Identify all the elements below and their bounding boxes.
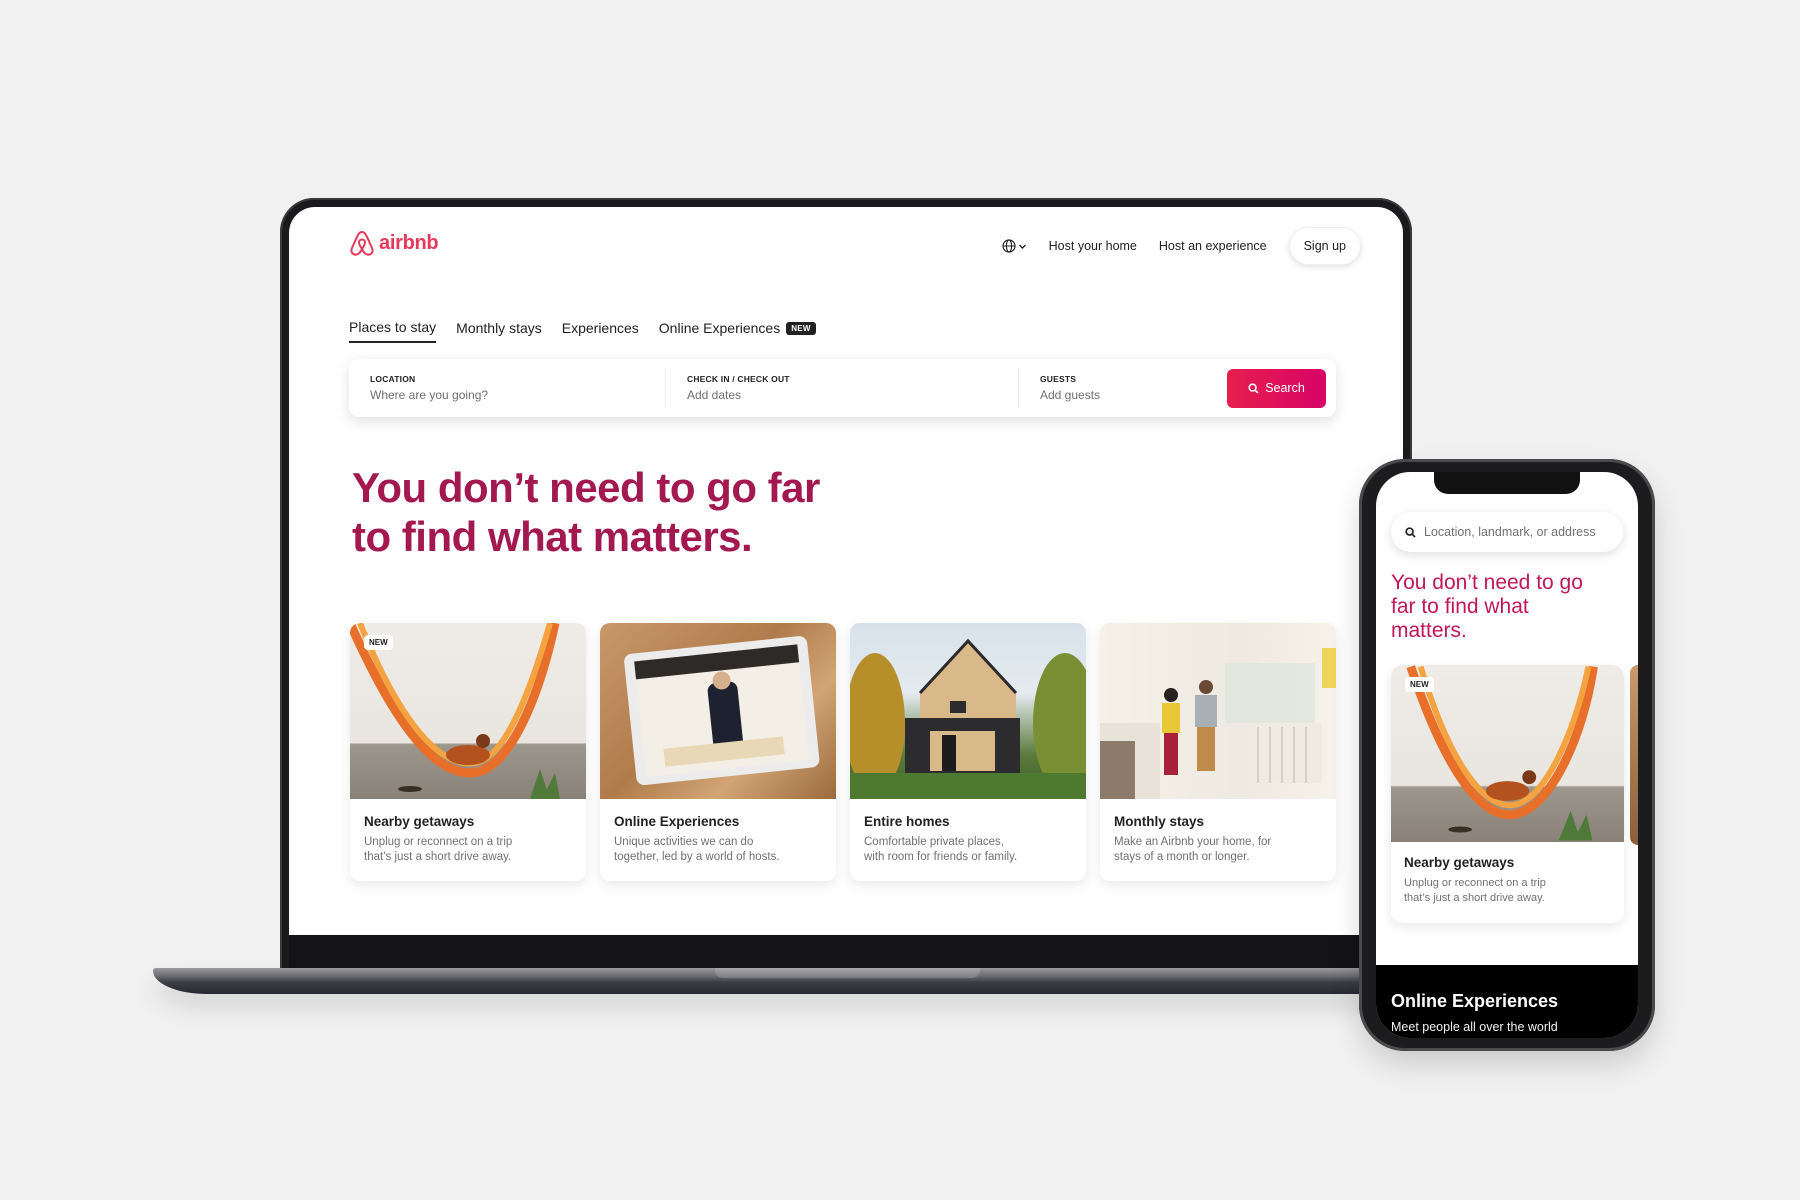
section-subtitle: Meet people all over the world: [1391, 1020, 1558, 1034]
card-desc-line: Comfortable private places,: [864, 836, 1004, 848]
card-desc-line: Unique activities we can do: [614, 836, 754, 848]
card-entire-homes[interactable]: Entire homes Comfortable private places,…: [850, 623, 1086, 881]
card-title: Nearby getaways: [1404, 855, 1515, 870]
new-badge: NEW: [1405, 677, 1434, 692]
hero-line-1: You don’t need to go far: [352, 464, 820, 511]
dates-field[interactable]: CHECK IN / CHECK OUT Add dates: [666, 368, 1019, 408]
card-desc-line: Unplug or reconnect on a trip: [364, 836, 513, 848]
header-nav: Host your home Host an experience Sign u…: [1002, 227, 1361, 265]
tablet-illustration: [624, 636, 820, 786]
card-title: Nearby getaways: [364, 814, 475, 829]
mobile-hero-headline: You don’t need to go far to find what ma…: [1391, 571, 1583, 642]
card-description: Make an Airbnb your home, for stays of a…: [1114, 835, 1322, 865]
desktop-screen: airbnb Host your home Host an experience…: [289, 207, 1403, 935]
mobile-screen: Location, landmark, or address You don’t…: [1376, 472, 1638, 1038]
phone-notch: [1434, 472, 1580, 494]
guests-input[interactable]: Add guests: [1040, 388, 1227, 402]
guests-field[interactable]: GUESTS Add guests: [1019, 368, 1227, 408]
category-cards: NEW Nearby getaways Unplug or reconnect …: [350, 623, 1336, 881]
airbnb-belo-icon: [350, 231, 374, 256]
logo-text: airbnb: [379, 231, 439, 254]
host-your-home-link[interactable]: Host your home: [1049, 239, 1137, 253]
card-online-experiences[interactable]: Online Experiences Unique activities we …: [600, 623, 836, 881]
host-an-experience-link[interactable]: Host an experience: [1159, 239, 1267, 253]
laptop-bezel-bottom: [289, 935, 1403, 970]
card-title: Monthly stays: [1114, 814, 1205, 829]
language-selector[interactable]: [1002, 239, 1027, 253]
search-bar: LOCATION Where are you going? CHECK IN /…: [349, 359, 1336, 417]
tab-experiences[interactable]: Experiences: [562, 319, 639, 343]
sign-up-button[interactable]: Sign up: [1288, 227, 1361, 265]
new-badge: NEW: [786, 321, 816, 335]
guests-label: GUESTS: [1040, 374, 1077, 384]
card-title: Entire homes: [864, 814, 950, 829]
location-field[interactable]: LOCATION Where are you going?: [349, 368, 666, 408]
mobile-online-experiences-section[interactable]: Online Experiences Meet people all over …: [1376, 965, 1638, 1038]
hammock-image: NEW: [1391, 665, 1624, 842]
card-desc-line: with room for friends or family.: [864, 851, 1018, 863]
new-badge: NEW: [364, 635, 393, 650]
card-description: Unique activities we can do together, le…: [614, 835, 822, 865]
mobile-search-input[interactable]: Location, landmark, or address: [1391, 512, 1623, 552]
tab-places-to-stay[interactable]: Places to stay: [349, 319, 437, 343]
cabin-illustration: [850, 638, 1086, 799]
mobile-search-placeholder: Location, landmark, or address: [1424, 525, 1596, 539]
card-desc-line: that’s just a short drive away.: [364, 851, 512, 863]
card-desc-line: Make an Airbnb your home, for: [1114, 836, 1272, 848]
next-card-peek[interactable]: [1630, 665, 1638, 845]
tablet-video-call-image: [600, 623, 836, 799]
card-title: Online Experiences: [614, 814, 740, 829]
search-button[interactable]: Search: [1227, 368, 1326, 408]
dates-label: CHECK IN / CHECK OUT: [687, 374, 790, 384]
tab-label: Experiences: [561, 320, 639, 336]
dates-input[interactable]: Add dates: [687, 388, 1018, 402]
card-desc-line: that’s just a short drive away.: [1404, 892, 1545, 904]
site-header: airbnb Host your home Host an experience…: [289, 207, 1403, 287]
card-description: Comfortable private places, with room fo…: [864, 835, 1072, 865]
laptop-hinge-notch: [715, 968, 980, 978]
mobile-card-nearby-getaways[interactable]: NEW Nearby getaways Unplug or reconnect …: [1391, 665, 1624, 923]
tab-online-experiences[interactable]: Online Experiences NEW: [659, 319, 816, 343]
kitchen-illustration: [1100, 648, 1336, 799]
category-tabs: Places to stay Monthly stays Experiences…: [349, 319, 816, 343]
search-button-label: Search: [1265, 381, 1305, 395]
kitchen-image: [1100, 623, 1336, 799]
hammock-image: NEW: [350, 623, 586, 799]
tab-monthly-stays[interactable]: Monthly stays: [456, 319, 542, 343]
location-input[interactable]: Where are you going?: [370, 388, 665, 402]
card-description: Unplug or reconnect on a trip that’s jus…: [364, 835, 572, 865]
globe-icon: [1002, 239, 1016, 253]
hero-line-2: to find what matters.: [352, 513, 753, 560]
airbnb-logo[interactable]: airbnb: [349, 229, 439, 257]
tab-label: Monthly stays: [456, 320, 542, 336]
hero-headline: You don’t need to go far to find what ma…: [352, 463, 820, 561]
card-desc-line: stays of a month or longer.: [1114, 851, 1250, 863]
tab-label: Places to stay: [349, 319, 437, 335]
card-monthly-stays[interactable]: Monthly stays Make an Airbnb your home, …: [1100, 623, 1336, 881]
card-nearby-getaways[interactable]: NEW Nearby getaways Unplug or reconnect …: [350, 623, 586, 881]
card-description: Unplug or reconnect on a trip that’s jus…: [1404, 876, 1611, 906]
search-icon: [1248, 382, 1259, 394]
chevron-down-icon: [1018, 244, 1026, 249]
search-icon: [1405, 526, 1416, 538]
card-desc-line: together, led by a world of hosts.: [614, 851, 780, 863]
section-title: Online Experiences: [1391, 991, 1559, 1011]
card-desc-line: Unplug or reconnect on a trip: [1404, 877, 1546, 889]
location-label: LOCATION: [370, 374, 416, 384]
tab-label: Online Experiences: [658, 320, 781, 336]
cabin-image: [850, 623, 1086, 799]
